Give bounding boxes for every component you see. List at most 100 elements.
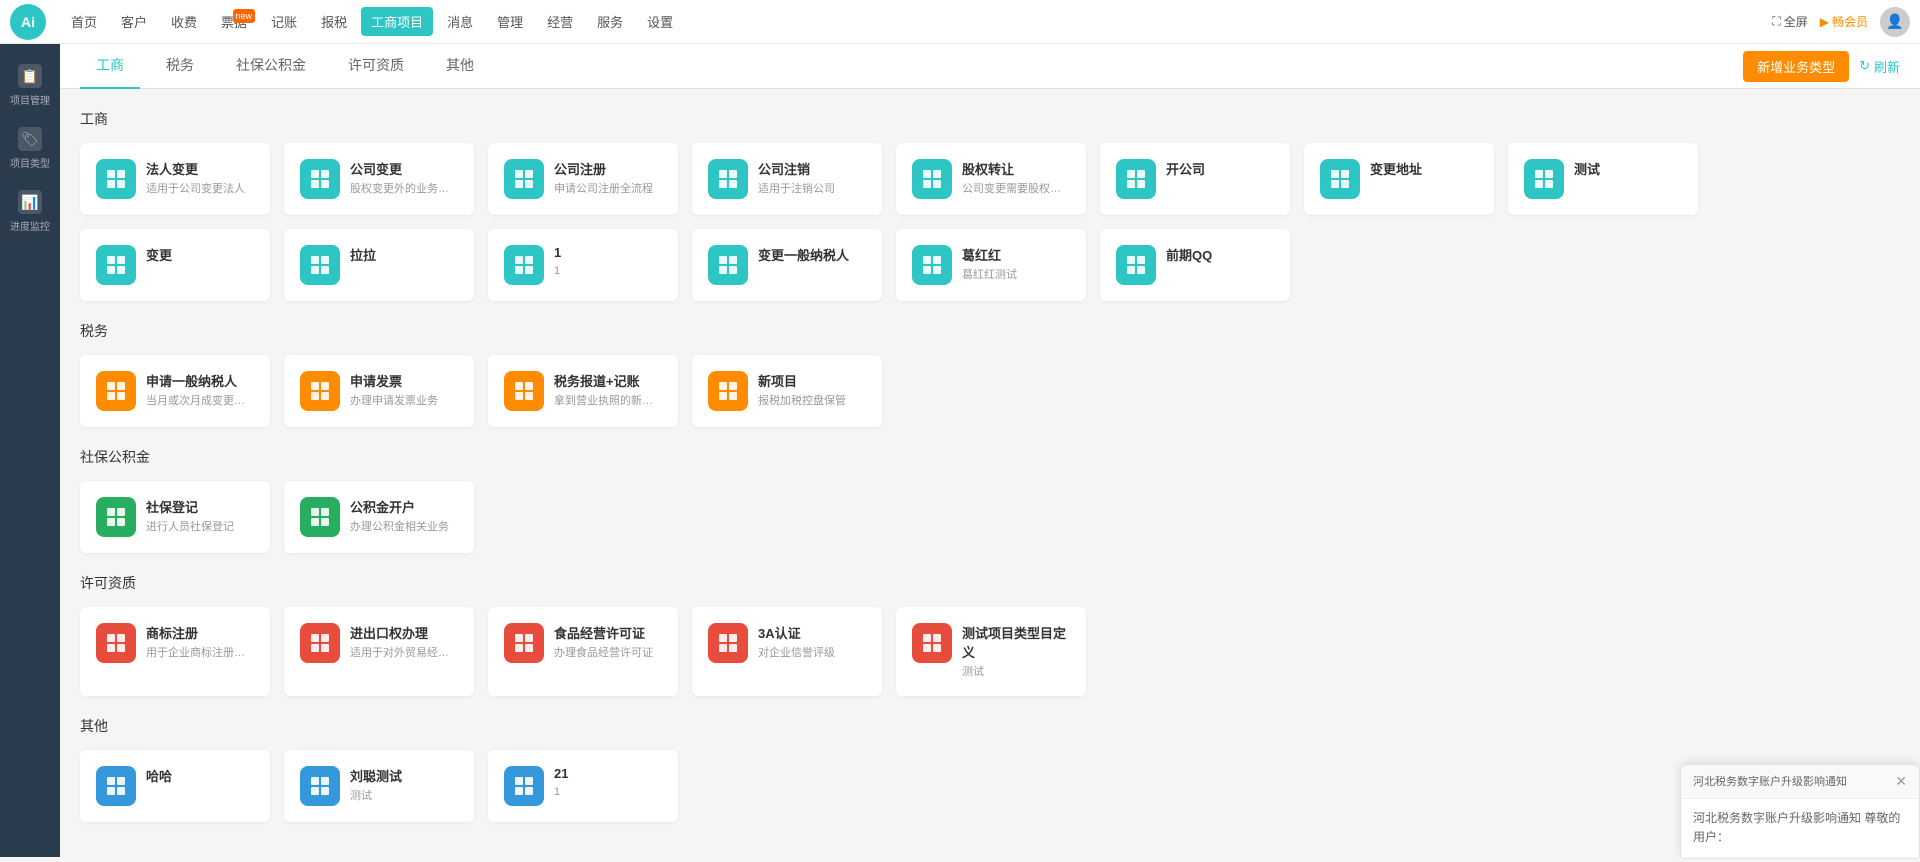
card-desc: 1 (554, 264, 662, 279)
nav-item-记账[interactable]: 记账 (261, 7, 307, 36)
sidebar-item-进度监控[interactable]: 📊 进度监控 (0, 180, 60, 243)
card-食品经营许可证[interactable]: 食品经营许可证 办理食品经营许可证 (488, 607, 678, 696)
nav-item-客户[interactable]: 客户 (111, 7, 157, 36)
sub-tab-税务[interactable]: 税务 (150, 43, 210, 89)
card-进出口权办理[interactable]: 进出口权办理 适用于对外贸易经营者 (284, 607, 474, 696)
card-info: 公司注销 适用于注销公司 (758, 159, 866, 197)
section-title-许可资质: 许可资质 (80, 573, 1900, 593)
card-info: 新项目 报税加税控盘保管 (758, 371, 866, 409)
card-desc: 对企业信誉评级 (758, 646, 866, 661)
card-测试[interactable]: 测试 (1508, 143, 1698, 215)
card-icon (708, 159, 748, 199)
card-desc: 申请公司注册全流程 (554, 182, 662, 197)
card-icon (504, 245, 544, 285)
card-info: 变更一般纳税人 (758, 245, 866, 268)
card-info: 食品经营许可证 办理食品经营许可证 (554, 623, 662, 661)
card-1[interactable]: 1 1 (488, 229, 678, 301)
card-name: 拉拉 (350, 245, 458, 264)
sidebar-item-项目类型[interactable]: 🏷 项目类型 (0, 117, 60, 180)
card-公司注册[interactable]: 公司注册 申请公司注册全流程 (488, 143, 678, 215)
card-info: 公司变更 股权变更外的业务变更 (350, 159, 458, 197)
nav-items: 首页客户收费票据new记账报税工商项目消息管理经营服务设置 (61, 7, 1772, 36)
card-desc: 用于企业商标注册服务 (146, 646, 254, 661)
card-info: 申请一般纳税人 当月或次月成变更完成 (146, 371, 254, 409)
nav-item-首页[interactable]: 首页 (61, 7, 107, 36)
card-desc: 适用于注销公司 (758, 182, 866, 197)
nav-item-工商项目[interactable]: 工商项目 (361, 7, 433, 36)
card-变更地址[interactable]: 变更地址 (1304, 143, 1494, 215)
section-title-工商: 工商 (80, 109, 1900, 129)
card-申请一般纳税人[interactable]: 申请一般纳税人 当月或次月成变更完成 (80, 355, 270, 427)
card-info: 股权转让 公司变更需要股权转让 (962, 159, 1070, 197)
card-info: 公司注册 申请公司注册全流程 (554, 159, 662, 197)
card-icon (300, 766, 340, 806)
nav-right: ⛶ 全屏 ▶ 畅会员 👤 (1772, 7, 1910, 37)
card-申请发票[interactable]: 申请发票 办理申请发票业务 (284, 355, 474, 427)
user-avatar[interactable]: 👤 (1880, 7, 1910, 37)
card-icon (96, 497, 136, 537)
card-税务报道+记账[interactable]: 税务报道+记账 拿到营业执照的新公司 (488, 355, 678, 427)
card-desc: 办理申请发票业务 (350, 394, 458, 409)
card-info: 公积金开户 办理公积金相关业务 (350, 497, 458, 535)
sub-tab-工商[interactable]: 工商 (80, 43, 140, 89)
card-公司注销[interactable]: 公司注销 适用于注销公司 (692, 143, 882, 215)
card-前期QQ[interactable]: 前期QQ (1100, 229, 1290, 301)
nav-item-票据[interactable]: 票据new (211, 7, 257, 36)
card-新项目[interactable]: 新项目 报税加税控盘保管 (692, 355, 882, 427)
card-社保登记[interactable]: 社保登记 进行人员社保登记 (80, 481, 270, 553)
refresh-button[interactable]: ↻ 刷新 (1859, 57, 1900, 76)
sidebar: 📋 项目管理 🏷 项目类型 📊 进度监控 (0, 44, 60, 857)
card-icon (300, 245, 340, 285)
nav-item-设置[interactable]: 设置 (637, 7, 683, 36)
sub-tab-社保公积金[interactable]: 社保公积金 (220, 43, 322, 89)
sidebar-item-项目管理[interactable]: 📋 项目管理 (0, 54, 60, 117)
nav-item-消息[interactable]: 消息 (437, 7, 483, 36)
section-title-社保公积金: 社保公积金 (80, 447, 1900, 467)
card-name: 变更地址 (1370, 159, 1478, 178)
cards-grid-税务: 申请一般纳税人 当月或次月成变更完成 申请发票 办理申请发票业务 (80, 355, 1900, 427)
card-icon (96, 623, 136, 663)
card-name: 变更 (146, 245, 254, 264)
card-葛红红[interactable]: 葛红红 葛红红测试 (896, 229, 1086, 301)
card-测试项目类型目定义[interactable]: 测试项目类型目定义 测试 (896, 607, 1086, 696)
nav-item-收费[interactable]: 收费 (161, 7, 207, 36)
card-icon (96, 371, 136, 411)
card-desc: 适用于对外贸易经营者 (350, 646, 458, 661)
card-商标注册[interactable]: 商标注册 用于企业商标注册服务 (80, 607, 270, 696)
card-公司变更[interactable]: 公司变更 股权变更外的业务变更 (284, 143, 474, 215)
new-type-button[interactable]: 新增业务类型 (1743, 51, 1849, 82)
card-name: 税务报道+记账 (554, 371, 662, 390)
nav-item-服务[interactable]: 服务 (587, 7, 633, 36)
cards-grid-工商: 法人变更 适用于公司变更法人 公司变更 股权变更外的业务变更 (80, 143, 1900, 301)
card-3A认证[interactable]: 3A认证 对企业信誉评级 (692, 607, 882, 696)
sub-tab-许可资质[interactable]: 许可资质 (332, 43, 420, 89)
card-21[interactable]: 21 1 (488, 750, 678, 822)
card-变更[interactable]: 变更 (80, 229, 270, 301)
main-content: 工商税务社保公积金许可资质其他 新增业务类型 ↻ 刷新 工商 法人变更 适用于公… (60, 44, 1920, 862)
card-icon (300, 497, 340, 537)
chat-close-button[interactable]: ✕ (1895, 773, 1907, 790)
cards-grid-许可资质: 商标注册 用于企业商标注册服务 进出口权办理 适用于对外贸易经营者 (80, 607, 1900, 696)
nav-item-报税[interactable]: 报税 (311, 7, 357, 36)
card-info: 拉拉 (350, 245, 458, 268)
card-name: 食品经营许可证 (554, 623, 662, 642)
card-法人变更[interactable]: 法人变更 适用于公司变更法人 (80, 143, 270, 215)
card-公积金开户[interactable]: 公积金开户 办理公积金相关业务 (284, 481, 474, 553)
section-title-其他: 其他 (80, 716, 1900, 736)
sub-tab-其他[interactable]: 其他 (430, 43, 490, 89)
card-股权转让[interactable]: 股权转让 公司变更需要股权转让 (896, 143, 1086, 215)
member-button[interactable]: ▶ 畅会员 (1820, 13, 1868, 30)
card-刘聪测试[interactable]: 刘聪测试 测试 (284, 750, 474, 822)
card-name: 申请发票 (350, 371, 458, 390)
card-icon (708, 371, 748, 411)
card-开公司[interactable]: 开公司 (1100, 143, 1290, 215)
card-info: 刘聪测试 测试 (350, 766, 458, 804)
card-变更一般纳税人[interactable]: 变更一般纳税人 (692, 229, 882, 301)
card-拉拉[interactable]: 拉拉 (284, 229, 474, 301)
fullscreen-button[interactable]: ⛶ 全屏 (1772, 13, 1807, 30)
nav-item-管理[interactable]: 管理 (487, 7, 533, 36)
sidebar-icon: 📋 (18, 64, 42, 88)
card-哈哈[interactable]: 哈哈 (80, 750, 270, 822)
card-icon (708, 245, 748, 285)
nav-item-经营[interactable]: 经营 (537, 7, 583, 36)
